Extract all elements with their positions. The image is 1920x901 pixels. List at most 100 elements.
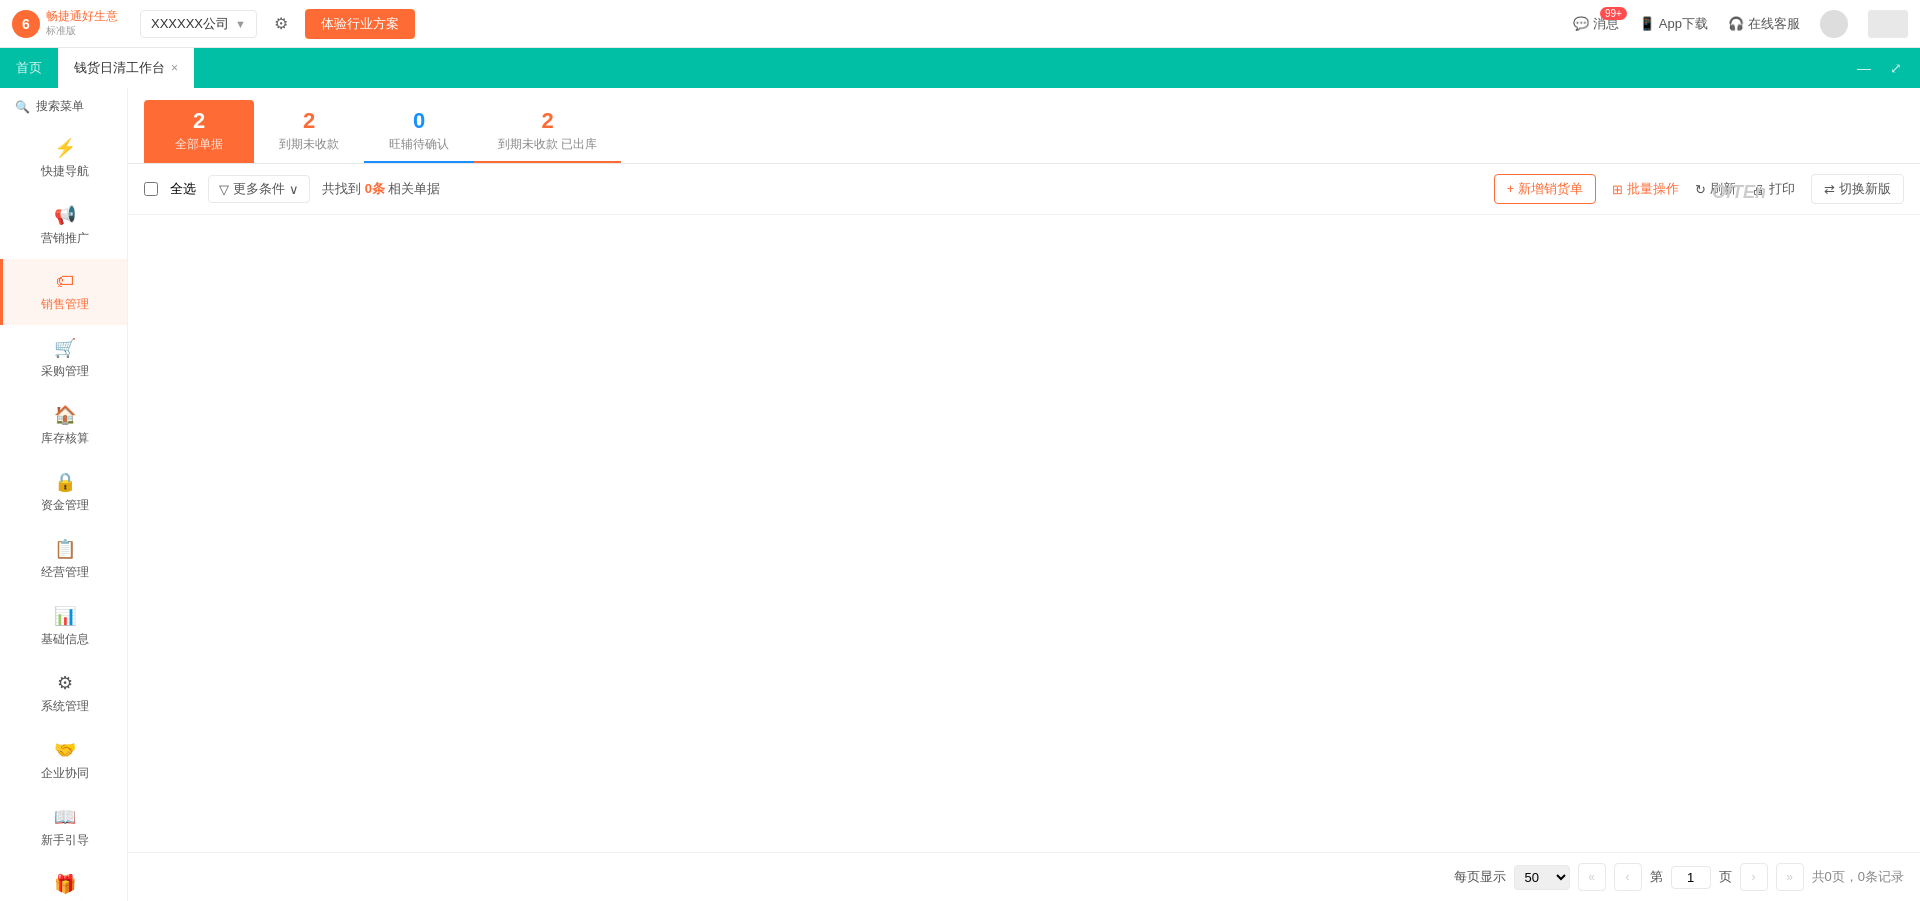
inventory-label: 库存核算 xyxy=(41,430,89,447)
sidebar-item-cooperation[interactable]: 🤝 企业协同 xyxy=(0,727,127,794)
logo-text: 畅捷通好生意 xyxy=(46,9,118,25)
guide-icon: 📖 xyxy=(54,806,76,828)
sidebar-item-purchase[interactable]: 🛒 采购管理 xyxy=(0,325,127,392)
sales-label: 销售管理 xyxy=(41,296,89,313)
print-button[interactable]: 🖨 打印 xyxy=(1752,180,1795,198)
stat-tab-overdue[interactable]: 2 到期未收款 xyxy=(254,100,364,163)
operations-icon: 📋 xyxy=(54,538,76,560)
sidebar-item-finance[interactable]: 🔒 资金管理 xyxy=(0,459,127,526)
logo-icon: 6 xyxy=(12,10,40,38)
print-icon: 🖨 xyxy=(1752,182,1765,197)
tab-maximize-button[interactable]: ⤢ xyxy=(1884,56,1908,80)
industry-button[interactable]: 体验行业方案 xyxy=(305,9,415,39)
switch-version-button[interactable]: ⇄ 切换新版 xyxy=(1811,174,1904,204)
marketing-label: 营销推广 xyxy=(41,230,89,247)
online-service-label: 在线客服 xyxy=(1748,15,1800,33)
page-input[interactable] xyxy=(1671,866,1711,889)
page-suffix: 页 xyxy=(1719,868,1732,886)
found-text: 共找到 0条 相关单据 xyxy=(322,180,440,198)
sidebar: 🔍 搜索菜单 ⚡ 快捷导航 📢 营销推广 🏷 销售管理 🛒 采购管理 🏠 库存核… xyxy=(0,88,128,901)
main-layout: 🔍 搜索菜单 ⚡ 快捷导航 📢 营销推广 🏷 销售管理 🛒 采购管理 🏠 库存核… xyxy=(0,88,1920,901)
tab-home-label: 首页 xyxy=(16,59,42,77)
refresh-button[interactable]: ↻ 刷新 xyxy=(1695,180,1736,198)
filter-icon: ▽ xyxy=(219,182,229,197)
finance-icon: 🔒 xyxy=(54,471,76,493)
filter-label: 更多条件 xyxy=(233,180,285,198)
switch-label: 切换新版 xyxy=(1839,180,1891,198)
sidebar-item-sales[interactable]: 🏷 销售管理 xyxy=(0,259,127,325)
select-all-label: 全选 xyxy=(170,180,196,198)
table-area xyxy=(128,215,1920,852)
prev-page-button[interactable]: ‹ xyxy=(1614,863,1642,891)
next-page-button[interactable]: › xyxy=(1740,863,1768,891)
message-item[interactable]: 💬 消息 99+ xyxy=(1573,15,1619,33)
system-label: 系统管理 xyxy=(41,698,89,715)
stat-tab-shipped[interactable]: 2 到期未收款 已出库 xyxy=(474,100,621,163)
basic-info-icon: 📊 xyxy=(54,605,76,627)
tab-close-icon[interactable]: × xyxy=(171,61,178,75)
sidebar-search[interactable]: 🔍 搜索菜单 xyxy=(0,88,127,125)
app-download-item[interactable]: 📱 App下载 xyxy=(1639,15,1708,33)
online-service-item[interactable]: 🎧 在线客服 xyxy=(1728,15,1800,33)
filter-button[interactable]: ▽ 更多条件 ∨ xyxy=(208,175,310,203)
search-label: 搜索菜单 xyxy=(36,98,84,115)
system-icon: ⚙ xyxy=(57,672,73,694)
sidebar-item-operations[interactable]: 📋 经营管理 xyxy=(0,526,127,593)
purchase-icon: 🛒 xyxy=(54,337,76,359)
select-all-checkbox[interactable] xyxy=(144,182,158,196)
batch-label: 批量操作 xyxy=(1627,180,1679,198)
stat-tab-pending[interactable]: 0 旺辅待确认 xyxy=(364,100,474,163)
tab-bar-right: — ⤢ xyxy=(1852,56,1920,80)
refresh-icon: ↻ xyxy=(1695,182,1706,197)
sidebar-item-marketing[interactable]: 📢 营销推广 xyxy=(0,192,127,259)
sales-icon: 🏷 xyxy=(56,271,74,292)
tab-minimize-button[interactable]: — xyxy=(1852,56,1876,80)
guide-label: 新手引导 xyxy=(41,832,89,849)
cooperation-icon: 🤝 xyxy=(54,739,76,761)
per-page-select[interactable]: 50 20 100 xyxy=(1514,865,1570,890)
sidebar-item-app-center[interactable]: 🎁 应用中心 xyxy=(0,861,127,901)
tab-active-label: 钱货日清工作台 xyxy=(74,59,165,77)
settings-button[interactable]: ⚙ xyxy=(265,8,297,40)
new-sales-order-button[interactable]: + 新增销货单 xyxy=(1494,174,1596,204)
stat-number-shipped: 2 xyxy=(542,108,554,134)
logo-text-area: 畅捷通好生意 标准版 xyxy=(46,9,118,39)
header-right: 💬 消息 99+ 📱 App下载 🎧 在线客服 xyxy=(1573,10,1908,38)
company-selector[interactable]: XXXXXX公司 ▼ xyxy=(140,10,257,38)
last-page-button[interactable]: » xyxy=(1776,863,1804,891)
sidebar-item-inventory[interactable]: 🏠 库存核算 xyxy=(0,392,127,459)
pagination-bar: 每页显示 50 20 100 « ‹ 第 页 › » 共0页，0条记录 xyxy=(128,852,1920,901)
search-icon: 🔍 xyxy=(15,100,30,114)
tab-home[interactable]: 首页 xyxy=(0,48,58,88)
stat-tab-all[interactable]: 2 全部单据 xyxy=(144,100,254,163)
found-count: 0条 xyxy=(365,181,385,196)
logo-sub: 标准版 xyxy=(46,24,118,38)
tab-active[interactable]: 钱货日清工作台 × xyxy=(58,48,194,88)
app-download-icon: 📱 xyxy=(1639,16,1655,31)
purchase-label: 采购管理 xyxy=(41,363,89,380)
print-label: 打印 xyxy=(1769,180,1795,198)
sidebar-item-guide[interactable]: 📖 新手引导 xyxy=(0,794,127,861)
sidebar-item-quick-nav[interactable]: ⚡ 快捷导航 xyxy=(0,125,127,192)
batch-operation-button[interactable]: ⊞ 批量操作 xyxy=(1612,180,1679,198)
total-info: 共0页，0条记录 xyxy=(1812,868,1904,886)
stat-label-shipped: 到期未收款 已出库 xyxy=(498,136,597,153)
message-badge: 99+ xyxy=(1600,7,1627,20)
app-center-icon: 🎁 xyxy=(54,873,76,895)
content-area: 2 全部单据 2 到期未收款 0 旺辅待确认 2 到期未收款 已出库 全选 ▽ … xyxy=(128,88,1920,901)
user-menu[interactable] xyxy=(1868,10,1908,38)
app-download-label: App下载 xyxy=(1659,15,1708,33)
avatar[interactable] xyxy=(1820,10,1848,38)
sidebar-item-system[interactable]: ⚙ 系统管理 xyxy=(0,660,127,727)
page-label: 第 xyxy=(1650,868,1663,886)
related-label: 相关单据 xyxy=(388,181,440,196)
inventory-icon: 🏠 xyxy=(54,404,76,426)
tab-bar: 首页 钱货日清工作台 × — ⤢ xyxy=(0,48,1920,88)
first-page-button[interactable]: « xyxy=(1578,863,1606,891)
batch-icon: ⊞ xyxy=(1612,182,1623,197)
sidebar-item-basic-info[interactable]: 📊 基础信息 xyxy=(0,593,127,660)
switch-icon: ⇄ xyxy=(1824,182,1835,197)
company-arrow-icon: ▼ xyxy=(235,18,246,30)
stat-label-overdue: 到期未收款 xyxy=(279,136,339,153)
top-header: 6 畅捷通好生意 标准版 XXXXXX公司 ▼ ⚙ 体验行业方案 💬 消息 99… xyxy=(0,0,1920,48)
